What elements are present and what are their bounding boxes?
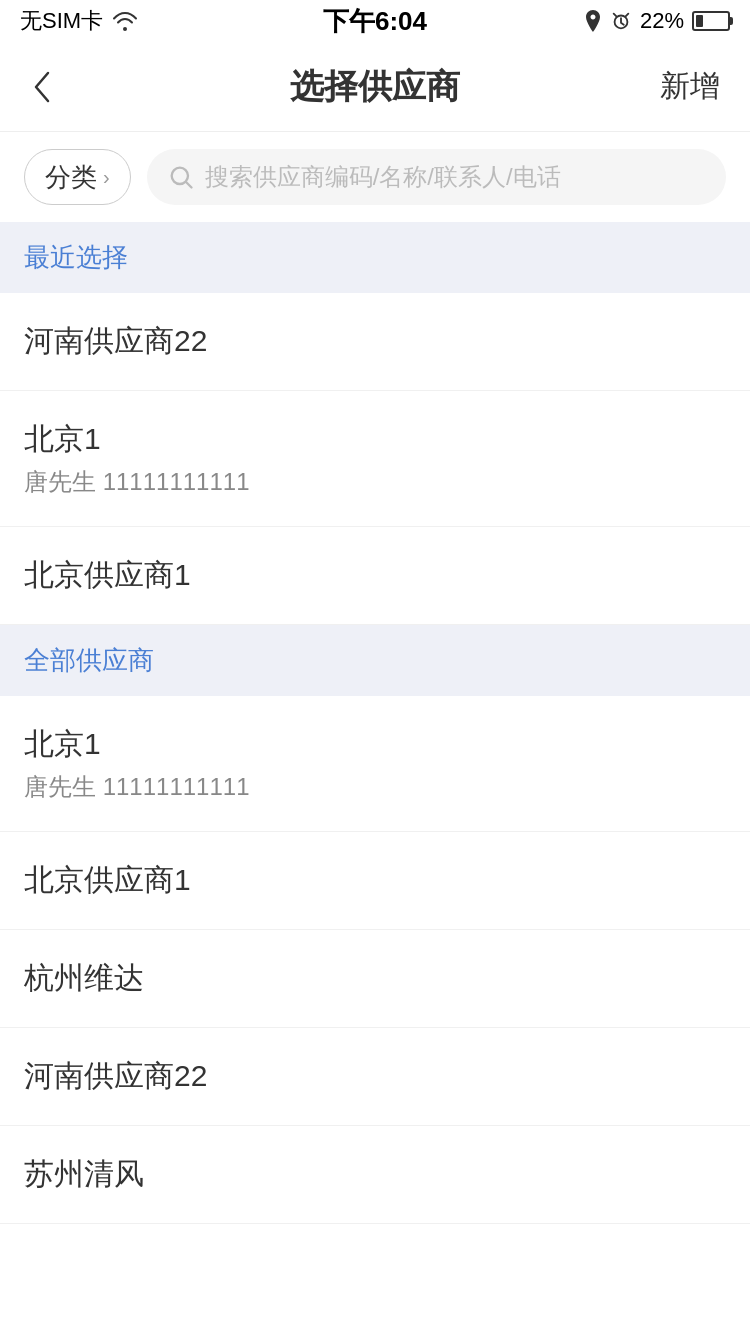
all-section-label: 全部供应商: [24, 645, 154, 675]
item-name: 北京供应商1: [24, 555, 726, 596]
recent-list: 河南供应商22 北京1 唐先生 11111111111 北京供应商1: [0, 293, 750, 625]
carrier-text: 无SIM卡: [20, 6, 103, 36]
location-icon: [584, 10, 602, 32]
all-section-header: 全部供应商: [0, 625, 750, 696]
all-list-item[interactable]: 北京供应商1: [0, 832, 750, 930]
item-name: 北京1: [24, 724, 726, 765]
search-icon: [167, 163, 195, 191]
status-bar-time: 下午6:04: [323, 4, 427, 39]
new-button[interactable]: 新增: [660, 66, 720, 107]
recent-section-header: 最近选择: [0, 222, 750, 293]
item-name: 苏州清风: [24, 1154, 726, 1195]
item-name: 北京供应商1: [24, 860, 726, 901]
nav-bar: 选择供应商 新增: [0, 42, 750, 132]
alarm-icon: [610, 10, 632, 32]
recent-list-item[interactable]: 河南供应商22: [0, 293, 750, 391]
battery-icon: [692, 11, 730, 31]
all-list-item[interactable]: 河南供应商22: [0, 1028, 750, 1126]
status-bar-left: 无SIM卡: [20, 6, 139, 36]
battery-percent: 22%: [640, 8, 684, 34]
recent-list-item[interactable]: 北京供应商1: [0, 527, 750, 625]
all-list-item[interactable]: 杭州维达: [0, 930, 750, 1028]
category-button[interactable]: 分类 ›: [24, 149, 131, 205]
all-list-item[interactable]: 苏州清风: [0, 1126, 750, 1224]
search-box[interactable]: 搜索供应商编码/名称/联系人/电话: [147, 149, 726, 205]
item-name: 北京1: [24, 419, 726, 460]
chevron-right-icon: ›: [103, 166, 110, 189]
status-bar: 无SIM卡 下午6:04 22%: [0, 0, 750, 42]
all-list-item[interactable]: 北京1 唐先生 11111111111: [0, 696, 750, 832]
item-sub: 唐先生 11111111111: [24, 466, 726, 498]
search-placeholder: 搜索供应商编码/名称/联系人/电话: [205, 161, 561, 193]
status-bar-right: 22%: [584, 8, 730, 34]
filter-bar: 分类 › 搜索供应商编码/名称/联系人/电话: [0, 132, 750, 222]
page-title: 选择供应商: [290, 64, 460, 110]
all-list: 北京1 唐先生 11111111111 北京供应商1 杭州维达 河南供应商22 …: [0, 696, 750, 1224]
recent-section-label: 最近选择: [24, 242, 128, 272]
recent-list-item[interactable]: 北京1 唐先生 11111111111: [0, 391, 750, 527]
item-sub: 唐先生 11111111111: [24, 771, 726, 803]
category-label: 分类: [45, 160, 97, 195]
item-name: 河南供应商22: [24, 321, 726, 362]
item-name: 杭州维达: [24, 958, 726, 999]
wifi-icon: [111, 11, 139, 31]
item-name: 河南供应商22: [24, 1056, 726, 1097]
back-button[interactable]: [30, 67, 90, 107]
